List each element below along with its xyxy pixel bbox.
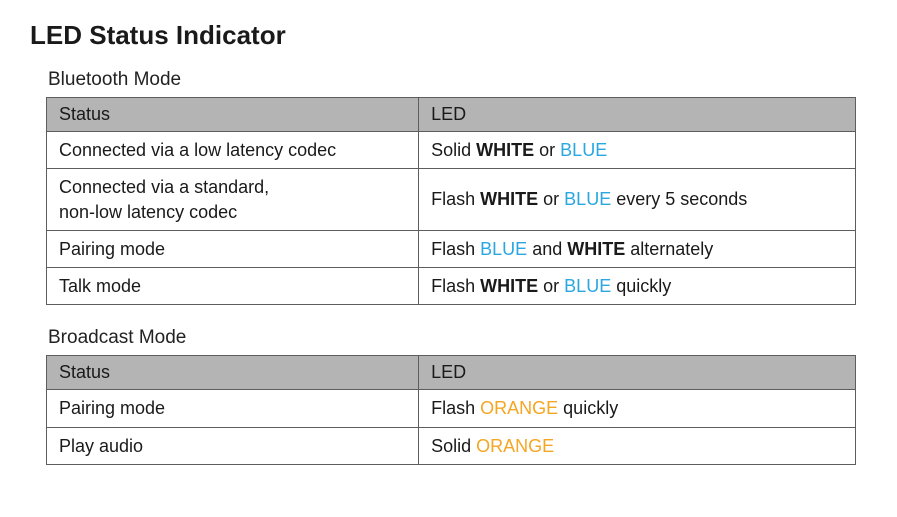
cell-led: Solid ORANGE <box>419 427 856 464</box>
table-header-row: Status LED <box>47 356 856 390</box>
page-title: LED Status Indicator <box>30 20 867 51</box>
header-led: LED <box>419 98 856 132</box>
section-bluetooth: Bluetooth Mode Status LED Connected via … <box>46 69 867 305</box>
section-title: Broadcast Mode <box>48 327 867 349</box>
cell-led: Flash WHITE or BLUE quickly <box>419 268 856 305</box>
header-status: Status <box>47 356 419 390</box>
section-broadcast: Broadcast Mode Status LED Pairing mode F… <box>46 327 867 465</box>
table-row: Pairing mode Flash BLUE and WHITE altern… <box>47 230 856 267</box>
cell-led: Solid WHITE or BLUE <box>419 132 856 169</box>
table-row: Talk mode Flash WHITE or BLUE quickly <box>47 268 856 305</box>
cell-led: Flash WHITE or BLUE every 5 seconds <box>419 169 856 231</box>
table-row: Play audio Solid ORANGE <box>47 427 856 464</box>
cell-status: Pairing mode <box>47 230 419 267</box>
cell-status: Pairing mode <box>47 390 419 427</box>
broadcast-table: Status LED Pairing mode Flash ORANGE qui… <box>46 355 856 465</box>
table-row: Connected via a standard,non-low latency… <box>47 169 856 231</box>
bluetooth-table: Status LED Connected via a low latency c… <box>46 97 856 305</box>
header-status: Status <box>47 98 419 132</box>
section-title: Bluetooth Mode <box>48 69 867 91</box>
cell-status: Connected via a standard,non-low latency… <box>47 169 419 231</box>
cell-led: Flash ORANGE quickly <box>419 390 856 427</box>
cell-led: Flash BLUE and WHITE alternately <box>419 230 856 267</box>
table-row: Pairing mode Flash ORANGE quickly <box>47 390 856 427</box>
table-row: Connected via a low latency codec Solid … <box>47 132 856 169</box>
cell-status: Play audio <box>47 427 419 464</box>
cell-status: Connected via a low latency codec <box>47 132 419 169</box>
table-header-row: Status LED <box>47 98 856 132</box>
cell-status: Talk mode <box>47 268 419 305</box>
header-led: LED <box>419 356 856 390</box>
